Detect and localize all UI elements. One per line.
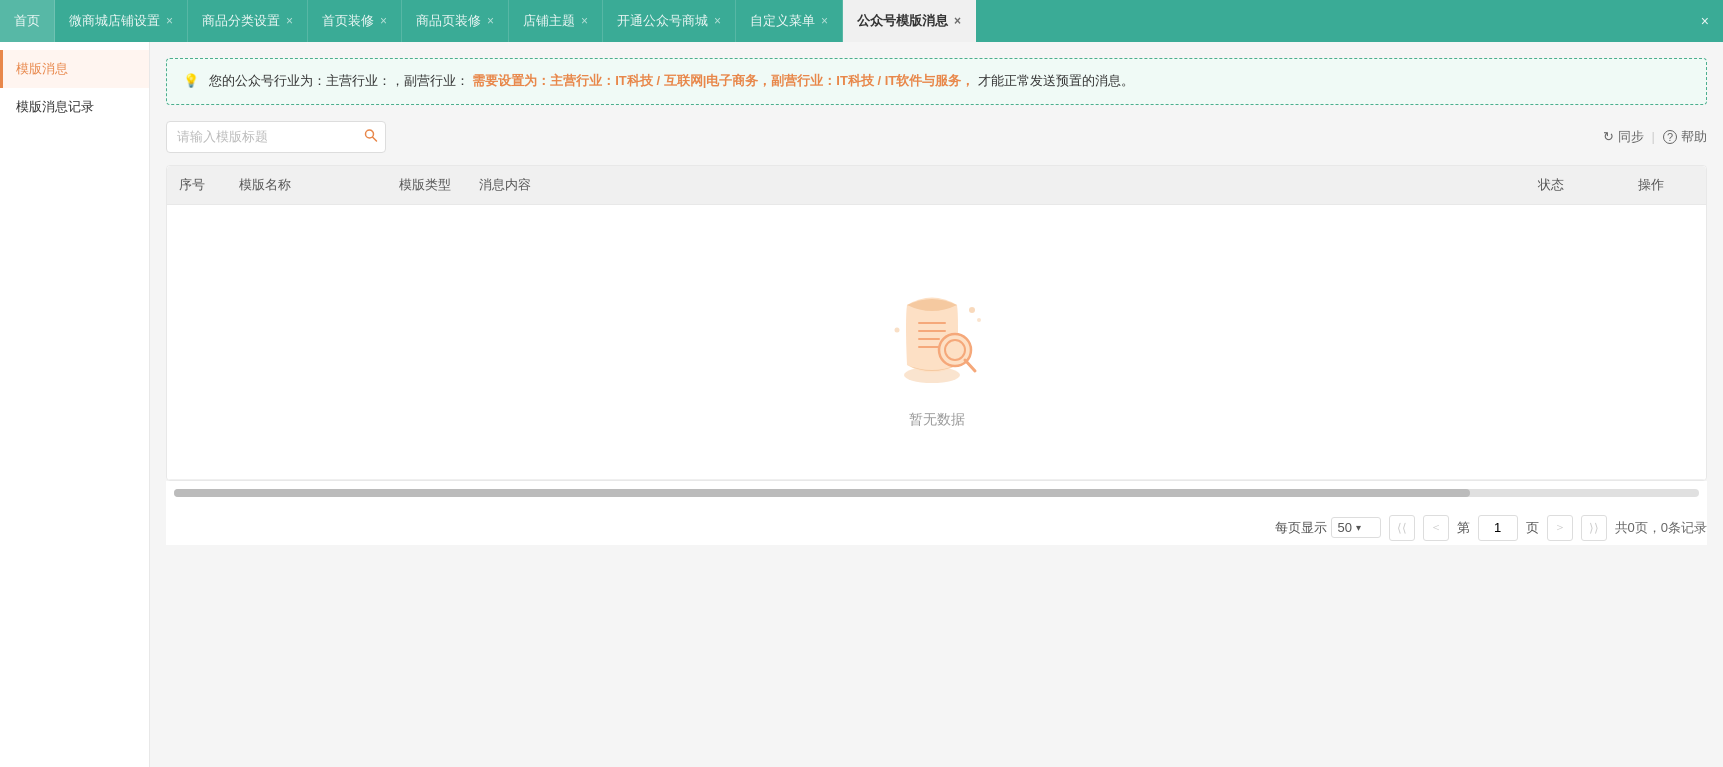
data-table: 序号 模版名称 模版类型 消息内容 状态 操作: [167, 166, 1706, 480]
nav-tab-productpage-label: 商品页装修: [416, 12, 481, 30]
col-index: 序号: [167, 166, 227, 205]
sidebar-item-template-msg[interactable]: 模版消息: [0, 50, 149, 88]
svg-line-1: [373, 137, 377, 141]
prev-page-button[interactable]: ＜: [1423, 515, 1449, 541]
sidebar-item-template-log[interactable]: 模版消息记录: [0, 88, 149, 126]
close-theme-icon[interactable]: ×: [581, 14, 588, 28]
table-body: 暂无数据: [167, 204, 1706, 479]
svg-line-9: [965, 360, 975, 371]
notice-text1: 您的公众号行业为：主营行业：，副营行业：: [209, 73, 469, 88]
page-size-prefix-label: 每页显示: [1275, 519, 1327, 537]
sync-button[interactable]: ↻ 同步: [1603, 128, 1644, 146]
page-number-input[interactable]: [1478, 515, 1518, 541]
page-unit-label: 页: [1526, 519, 1539, 537]
nav-tab-homepage[interactable]: 首页装修 ×: [308, 0, 402, 42]
close-homepage-icon[interactable]: ×: [380, 14, 387, 28]
notice-banner: 💡 您的公众号行业为：主营行业：，副营行业： 需要设置为：主营行业：IT科技 /…: [166, 58, 1707, 105]
sidebar-item-template-msg-label: 模版消息: [16, 61, 68, 76]
nav-tab-productpage[interactable]: 商品页装修 ×: [402, 0, 509, 42]
toolbar-right: ↻ 同步 | ? 帮助: [1603, 128, 1707, 146]
bulb-icon: 💡: [183, 73, 199, 88]
table-head: 序号 模版名称 模版类型 消息内容 状态 操作: [167, 166, 1706, 205]
sidebar: 模版消息 模版消息记录: [0, 42, 150, 767]
nav-tab-weishop-label: 微商城店铺设置: [69, 12, 160, 30]
content-area: 💡 您的公众号行业为：主营行业：，副营行业： 需要设置为：主营行业：IT科技 /…: [150, 42, 1723, 767]
page-size-chevron-icon: ▾: [1356, 522, 1361, 533]
page-size-section: 每页显示 50 ▾: [1275, 517, 1381, 538]
close-templatemsg-icon[interactable]: ×: [954, 14, 961, 28]
notice-text2: 需要设置为：主营行业：IT科技 / 互联网|电子商务，副营行业：IT科技 / I…: [472, 73, 974, 88]
page-size-value: 50: [1338, 520, 1352, 535]
close-custommenu-icon[interactable]: ×: [821, 14, 828, 28]
close-productpage-icon[interactable]: ×: [487, 14, 494, 28]
next-page-button[interactable]: ＞: [1547, 515, 1573, 541]
nav-tab-custommenu-label: 自定义菜单: [750, 12, 815, 30]
sync-icon: ↻: [1603, 129, 1614, 144]
search-input[interactable]: [166, 121, 386, 153]
notice-text3: 才能正常发送预置的消息。: [978, 73, 1134, 88]
empty-illustration: [877, 275, 997, 395]
global-close-button[interactable]: ×: [1687, 0, 1723, 42]
nav-tab-templatemsg[interactable]: 公众号模版消息 ×: [843, 0, 976, 42]
nav-tab-home-label: 首页: [14, 12, 40, 30]
nav-tab-weishop[interactable]: 微商城店铺设置 ×: [55, 0, 188, 42]
nav-tab-theme-label: 店铺主题: [523, 12, 575, 30]
nav-tab-templatemsg-label: 公众号模版消息: [857, 12, 948, 30]
table-header-row: 序号 模版名称 模版类型 消息内容 状态 操作: [167, 166, 1706, 205]
nav-tab-home[interactable]: 首页: [0, 0, 55, 42]
last-page-button[interactable]: ⟩⟩: [1581, 515, 1607, 541]
col-type: 模版类型: [387, 166, 467, 205]
global-close-icon: ×: [1701, 13, 1709, 29]
empty-state-cell: 暂无数据: [167, 204, 1706, 479]
close-category-icon[interactable]: ×: [286, 14, 293, 28]
svg-point-10: [969, 307, 975, 313]
search-bar: ↻ 同步 | ? 帮助: [166, 121, 1707, 153]
col-status: 状态: [1526, 166, 1626, 205]
search-input-wrap: [166, 121, 386, 153]
empty-state-row: 暂无数据: [167, 204, 1706, 479]
table-scroll-thumb: [174, 489, 1470, 497]
pagination-summary: 共0页，0条记录: [1615, 519, 1707, 537]
nav-tab-category-label: 商品分类设置: [202, 12, 280, 30]
page-word-label: 第: [1457, 519, 1470, 537]
empty-text: 暂无数据: [909, 411, 965, 429]
col-name: 模版名称: [227, 166, 387, 205]
close-weishop-icon[interactable]: ×: [166, 14, 173, 28]
table-wrapper: 序号 模版名称 模版类型 消息内容 状态 操作: [166, 165, 1707, 481]
nav-tab-homepage-label: 首页装修: [322, 12, 374, 30]
svg-point-12: [894, 327, 899, 332]
table-scrollbar-container: [166, 481, 1707, 505]
help-icon: ?: [1663, 130, 1677, 144]
close-wechatmall-icon[interactable]: ×: [714, 14, 721, 28]
nav-tab-wechatmall[interactable]: 开通公众号商城 ×: [603, 0, 736, 42]
first-page-button[interactable]: ⟨⟨: [1389, 515, 1415, 541]
top-nav: 首页 微商城店铺设置 × 商品分类设置 × 首页装修 × 商品页装修 × 店铺主…: [0, 0, 1723, 42]
search-button[interactable]: [364, 128, 378, 145]
toolbar-divider: |: [1652, 129, 1655, 144]
nav-tab-theme[interactable]: 店铺主题 ×: [509, 0, 603, 42]
pagination-bar: 每页显示 50 ▾ ⟨⟨ ＜ 第 页 ＞ ⟩⟩ 共0页，0条记录: [166, 505, 1707, 545]
nav-tab-wechatmall-label: 开通公众号商城: [617, 12, 708, 30]
nav-tab-category[interactable]: 商品分类设置 ×: [188, 0, 308, 42]
main-layout: 模版消息 模版消息记录 💡 您的公众号行业为：主营行业：，副营行业： 需要设置为…: [0, 42, 1723, 767]
sidebar-item-template-log-label: 模版消息记录: [16, 99, 94, 114]
help-label: 帮助: [1681, 128, 1707, 146]
sync-label: 同步: [1618, 128, 1644, 146]
col-action: 操作: [1626, 166, 1706, 205]
col-content: 消息内容: [467, 166, 1526, 205]
svg-point-11: [977, 318, 981, 322]
page-size-selector[interactable]: 50 ▾: [1331, 517, 1381, 538]
empty-state: 暂无数据: [179, 215, 1694, 469]
table-scroll-bar[interactable]: [174, 489, 1699, 497]
nav-tab-custommenu[interactable]: 自定义菜单 ×: [736, 0, 843, 42]
help-button[interactable]: ? 帮助: [1663, 128, 1707, 146]
